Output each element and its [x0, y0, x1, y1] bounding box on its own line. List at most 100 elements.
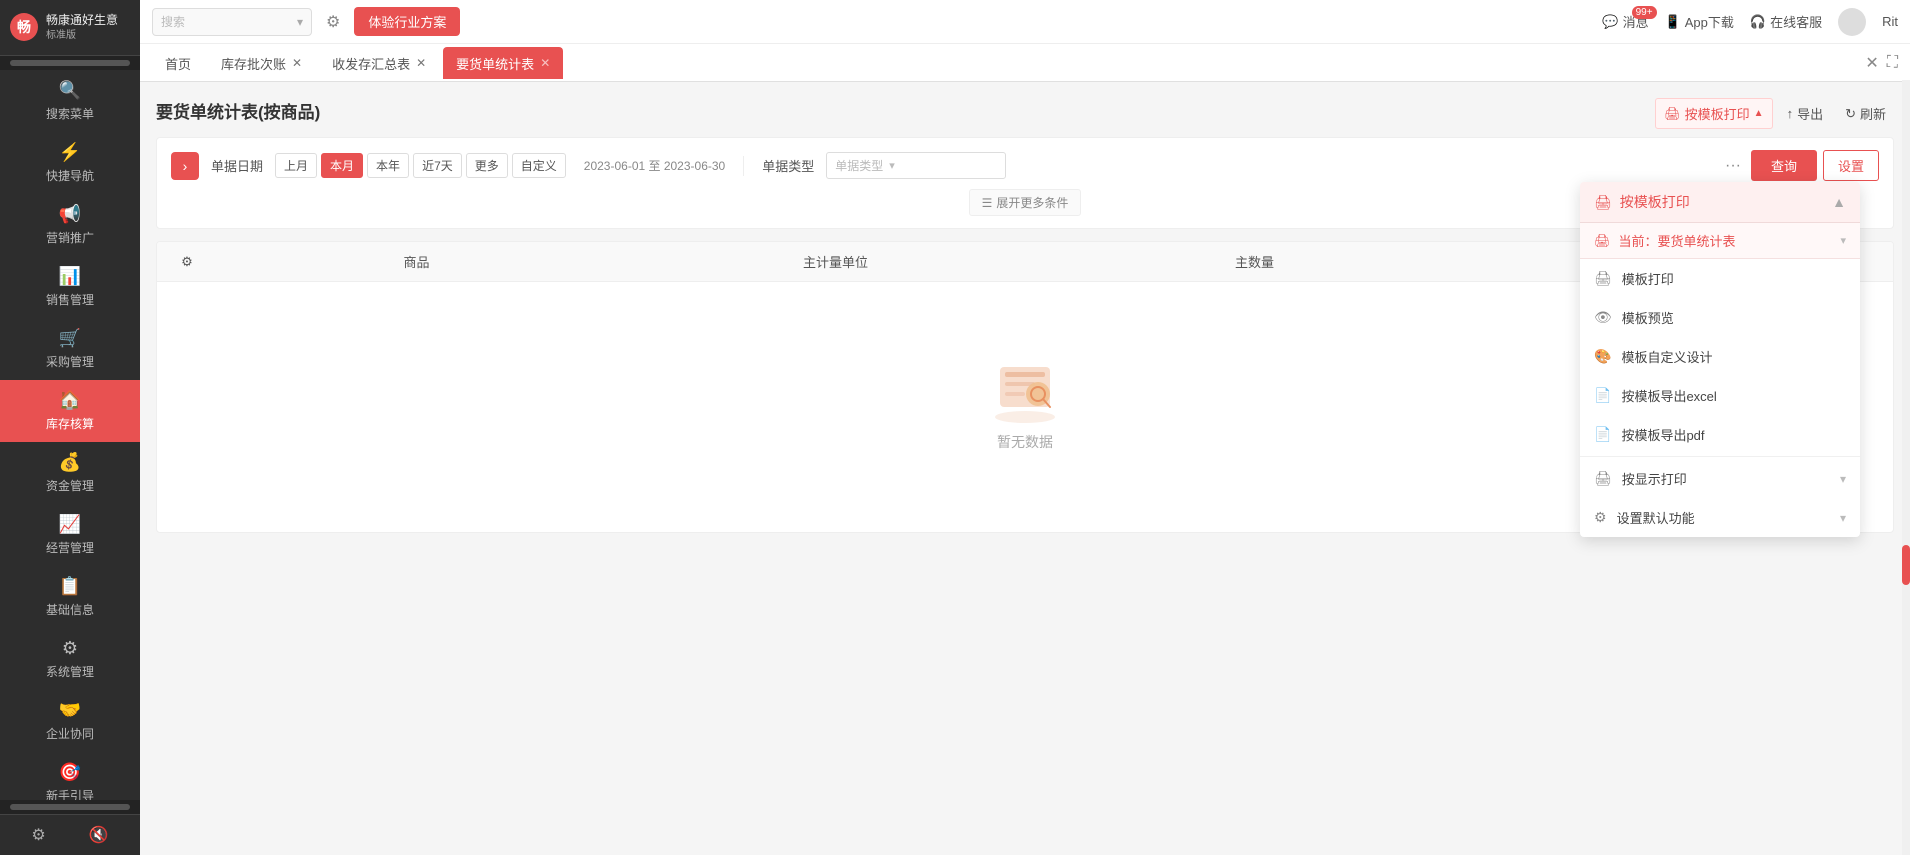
empty-text: 暂无数据: [997, 432, 1053, 452]
settings-button[interactable]: 设置: [1823, 150, 1879, 181]
set-default-arrow: ▾: [1840, 511, 1846, 525]
date-btn-custom[interactable]: 自定义: [512, 153, 566, 178]
user-avatar[interactable]: [1838, 8, 1866, 36]
tab-collection-label: 收发存汇总表: [332, 54, 410, 73]
sidebar-item-search[interactable]: 🔍 搜索菜单: [0, 70, 140, 132]
filter-row: › 单据日期 上月 本月 本年 近7天 更多 自定义 2023-06-01 至 …: [171, 150, 1879, 181]
export-btn[interactable]: ↑ 导出: [1779, 99, 1832, 128]
phone-download-icon: 📱: [1665, 14, 1681, 30]
online-service-btn[interactable]: 🎧 在线客服: [1750, 12, 1822, 31]
sidebar-item-guide[interactable]: 🎯 新手引导: [0, 752, 140, 800]
date-btn-7days[interactable]: 近7天: [413, 153, 462, 178]
printer-icon: 🖨: [1664, 106, 1681, 122]
search-icon: 🔍: [59, 80, 81, 101]
tab-expand-icon[interactable]: ⛶: [1887, 54, 1898, 72]
expand-label: 展开更多条件: [996, 194, 1068, 211]
tabs-bar: 首页 库存批次账 ✕ 收发存汇总表 ✕ 要货单统计表 ✕ ✕ ⛶: [140, 44, 1910, 82]
sidebar-item-sales[interactable]: 📊 销售管理: [0, 256, 140, 318]
home-icon: 🏠: [59, 390, 81, 411]
top-actions: 🖨 按模板打印 ▲ ↑ 导出 ↻ 刷新: [1655, 98, 1894, 129]
sidebar-item-label: 经营管理: [46, 539, 94, 556]
tab-close-all-icon[interactable]: ✕: [1865, 53, 1878, 73]
topbar-gear-icon[interactable]: ⚙: [326, 12, 340, 32]
export-excel-item[interactable]: 📄 按模板导出excel: [1580, 376, 1860, 415]
tab-batch-close[interactable]: ✕: [292, 56, 302, 70]
sidebar-item-inventory[interactable]: 🏠 库存核算: [0, 380, 140, 442]
print-template-preview-item[interactable]: 👁 模板预览: [1580, 298, 1860, 337]
dropdown-divider-1: [1580, 456, 1860, 457]
sidebar-item-cooperation[interactable]: 🤝 企业协同: [0, 690, 140, 752]
date-btn-last-month[interactable]: 上月: [275, 153, 317, 178]
clipboard-icon: 📋: [59, 576, 81, 597]
print-current-label: 当前：要货单统计表: [1619, 231, 1736, 250]
refresh-btn[interactable]: ↻ 刷新: [1837, 99, 1894, 128]
sidebar-item-purchase[interactable]: 🛒 采购管理: [0, 318, 140, 380]
date-btn-this-month[interactable]: 本月: [321, 153, 363, 178]
tab-batch[interactable]: 库存批次账 ✕: [208, 47, 315, 79]
app-download-btn[interactable]: 📱 App下载: [1665, 12, 1734, 31]
empty-illustration: [980, 342, 1070, 432]
sidebar-item-marketing[interactable]: 📢 营销推广: [0, 194, 140, 256]
lightning-icon: ⚡: [59, 142, 81, 163]
tab-collection-close[interactable]: ✕: [416, 56, 426, 70]
sidebar-item-label: 营销推广: [46, 229, 94, 246]
tab-batch-label: 库存批次账: [221, 54, 286, 73]
display-print-icon: 🖨: [1594, 470, 1612, 487]
bell-icon: 💬: [1602, 14, 1618, 30]
display-print-label: 按显示打印: [1622, 469, 1830, 488]
mute-icon[interactable]: 🔇: [89, 825, 109, 845]
expand-icon: ☰: [982, 196, 993, 210]
filter-expand-btn[interactable]: ›: [171, 152, 199, 180]
sidebar-item-shortcut[interactable]: ⚡ 快捷导航: [0, 132, 140, 194]
template-design-icon: 🎨: [1594, 348, 1611, 365]
sidebar-item-operation[interactable]: 📈 经营管理: [0, 504, 140, 566]
print-template-btn[interactable]: 🖨 按模板打印 ▲: [1655, 98, 1772, 129]
order-type-select[interactable]: 单据类型 ▾: [826, 152, 1006, 179]
excel-icon: 📄: [1594, 387, 1611, 404]
date-btn-more[interactable]: 更多: [466, 153, 508, 178]
sidebar-item-basic[interactable]: 📋 基础信息: [0, 566, 140, 628]
sidebar-bottom: ⚙ 🔇: [0, 814, 140, 855]
print-template-print-item[interactable]: 🖨 模板打印: [1580, 259, 1860, 298]
order-type-value: 单据类型: [835, 157, 883, 174]
sidebar-item-label: 新手引导: [46, 787, 94, 800]
display-print-item[interactable]: 🖨 按显示打印 ▾: [1580, 459, 1860, 498]
template-print-label: 模板打印: [1622, 269, 1846, 288]
cart-icon: 🛒: [59, 328, 81, 349]
logo-icon: 畅: [10, 13, 38, 41]
export-icon: ↑: [1787, 106, 1794, 121]
print-dropdown-close-icon[interactable]: ▲: [1832, 194, 1846, 210]
notification-badge: 99+: [1632, 6, 1657, 19]
search-dropdown-icon: ▾: [297, 15, 303, 29]
sidebar-item-system[interactable]: ⚙ 系统管理: [0, 628, 140, 690]
sidebar-item-label: 销售管理: [46, 291, 94, 308]
main-area: 搜索 ▾ ⚙ 体验行业方案 💬 消息 99+ 📱 App下载 🎧 在线客服 Ri…: [140, 0, 1910, 855]
page-title: 要货单统计表(按商品): [156, 98, 1894, 123]
more-dots-btn[interactable]: ···: [1721, 153, 1745, 179]
tab-home[interactable]: 首页: [152, 47, 204, 79]
tab-collection[interactable]: 收发存汇总表 ✕: [319, 47, 439, 79]
table-col-settings[interactable]: ⚙: [167, 254, 207, 270]
set-default-item[interactable]: ⚙ 设置默认功能 ▾: [1580, 498, 1860, 537]
service-icon: 🎧: [1750, 14, 1766, 30]
trial-button[interactable]: 体验行业方案: [354, 7, 460, 36]
query-button[interactable]: 查询: [1751, 150, 1817, 181]
expand-conditions-btn[interactable]: ☰ 展开更多条件: [969, 189, 1082, 216]
right-scrollbar[interactable]: [1902, 80, 1910, 855]
tab-order-stat[interactable]: 要货单统计表 ✕: [443, 47, 563, 79]
topbar-search-box[interactable]: 搜索 ▾: [152, 8, 312, 36]
export-pdf-item[interactable]: 📄 按模板导出pdf: [1580, 415, 1860, 454]
sidebar-logo: 畅 畅康通好生意 标准版: [0, 0, 140, 56]
tab-order-stat-close[interactable]: ✕: [540, 56, 550, 70]
right-filter-actions: ··· 查询 设置: [1721, 150, 1879, 181]
settings-bottom-icon[interactable]: ⚙: [31, 825, 45, 845]
notification-btn[interactable]: 💬 消息 99+: [1602, 12, 1648, 31]
sidebar-item-finance[interactable]: 💰 资金管理: [0, 442, 140, 504]
set-default-label: 设置默认功能: [1617, 508, 1830, 527]
print-template-design-item[interactable]: 🎨 模板自定义设计: [1580, 337, 1860, 376]
print-dropdown-header: 🖨 按模板打印 ▲: [1580, 182, 1860, 223]
scrollbar-top: [10, 60, 130, 66]
sidebar-item-label: 快捷导航: [46, 167, 94, 184]
date-btn-this-year[interactable]: 本年: [367, 153, 409, 178]
print-dropdown-title-area: 🖨 按模板打印: [1594, 192, 1690, 212]
